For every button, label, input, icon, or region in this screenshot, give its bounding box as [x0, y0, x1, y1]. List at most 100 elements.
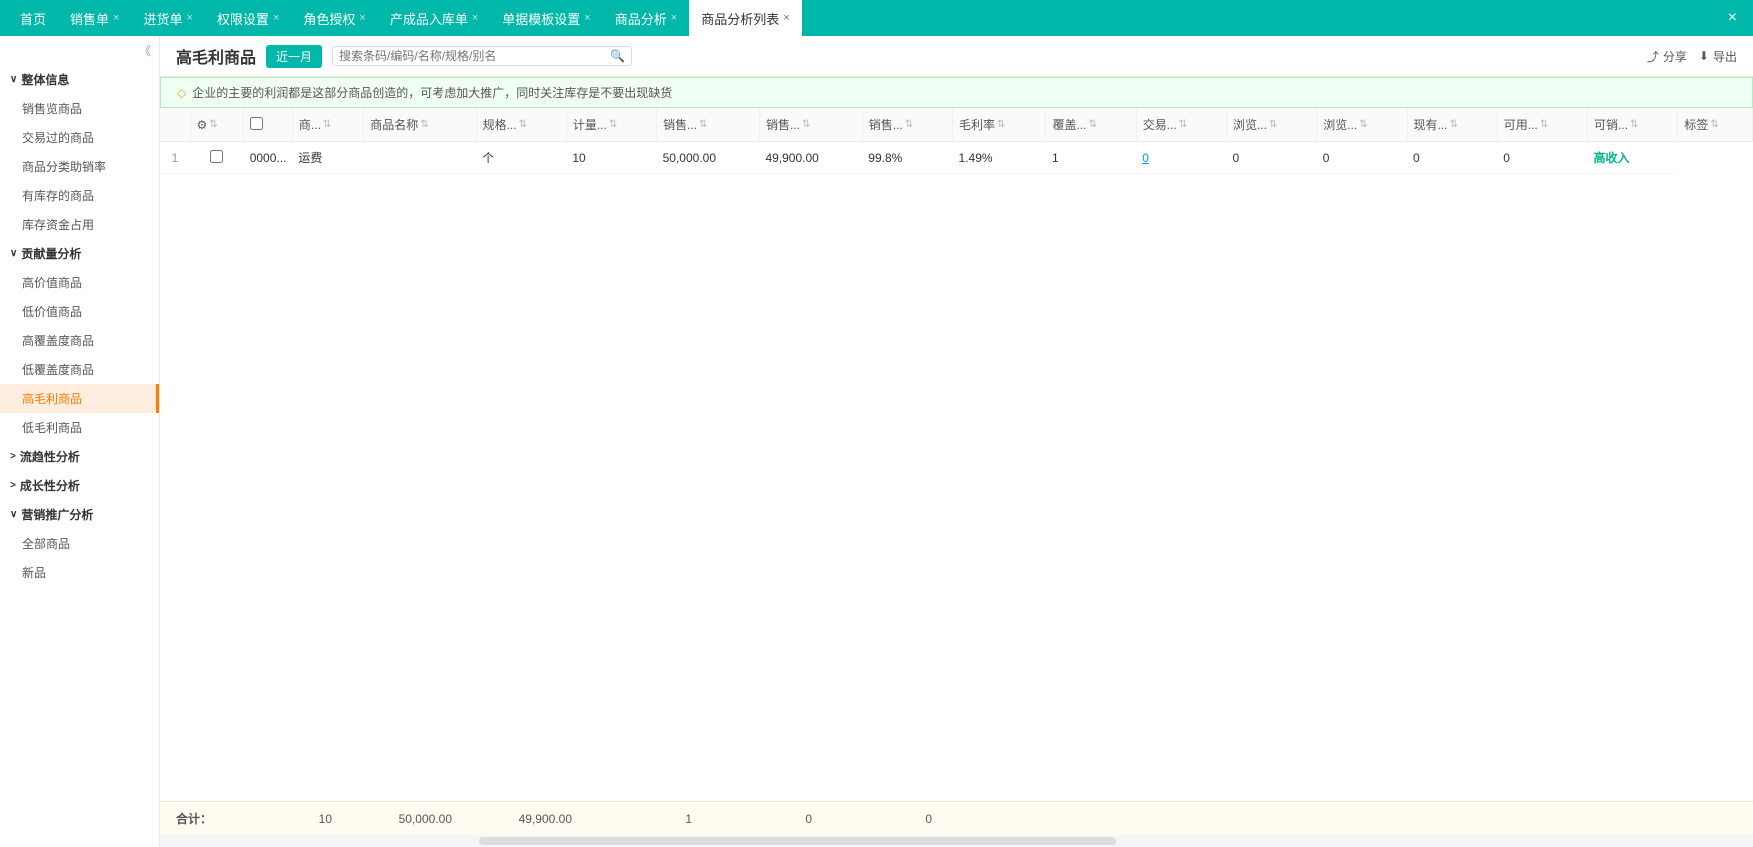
- link-viewCount1-0[interactable]: 0: [1142, 151, 1149, 165]
- nav-close-销售单[interactable]: ×: [113, 12, 119, 24]
- nav-item-权限设置[interactable]: 权限设置 ×: [205, 0, 291, 36]
- cell-viewCount1-0[interactable]: 0: [1136, 142, 1226, 174]
- table-wrapper[interactable]: ⚙⇅商...⇅商品名称⇅规格...⇅计量...⇅销售...⇅销售...⇅销售..…: [160, 108, 1753, 801]
- sort-icon-unit[interactable]: ⇅: [609, 119, 617, 130]
- col-spec[interactable]: 规格...⇅: [476, 108, 566, 142]
- nav-item-商品分析[interactable]: 商品分析 ×: [603, 0, 689, 36]
- sort-icon-coverage[interactable]: ⇅: [1088, 119, 1096, 130]
- search-icon[interactable]: 🔍: [610, 49, 625, 63]
- horizontal-scrollbar[interactable]: [160, 835, 1753, 847]
- sidebar-item-低覆盖度商品[interactable]: 低覆盖度商品: [0, 355, 159, 384]
- sort-icon-saleableStock[interactable]: ⇅: [1630, 119, 1638, 130]
- page-title: 高毛利商品: [176, 44, 256, 68]
- sidebar-item-库存资金占用[interactable]: 库存资金占用: [0, 210, 159, 239]
- sort-icon-currentStock[interactable]: ⇅: [1450, 119, 1458, 130]
- footer-sale-qty: 10: [252, 812, 332, 826]
- sort-icon-settings[interactable]: ⇅: [209, 119, 217, 130]
- col-currentStock[interactable]: 现有...⇅: [1407, 108, 1497, 142]
- nav-item-角色授权[interactable]: 角色授权 ×: [291, 0, 377, 36]
- filter-button[interactable]: 近一月: [266, 45, 322, 68]
- col-checkbox[interactable]: [244, 108, 293, 142]
- select-all-checkbox[interactable]: [250, 117, 263, 130]
- sidebar-item-有库存的商品[interactable]: 有库存的商品: [0, 181, 159, 210]
- col-grossMargin[interactable]: 毛利率⇅: [953, 108, 1046, 142]
- sort-icon-grossMargin[interactable]: ⇅: [997, 119, 1005, 130]
- sidebar-item-全部商品[interactable]: 全部商品: [0, 529, 159, 558]
- sidebar-item-新品[interactable]: 新品: [0, 558, 159, 587]
- sidebar-item-商品分类助销率[interactable]: 商品分类助销率: [0, 152, 159, 181]
- col-unit[interactable]: 计量...⇅: [566, 108, 656, 142]
- sidebar-item-高覆盖度商品[interactable]: 高覆盖度商品: [0, 326, 159, 355]
- nav-close-权限设置[interactable]: ×: [273, 12, 279, 24]
- sort-icon-tag[interactable]: ⇅: [1710, 119, 1718, 130]
- sidebar-item-低价值商品[interactable]: 低价值商品: [0, 297, 159, 326]
- sidebar-group-4[interactable]: ∨营销推广分析: [0, 500, 159, 529]
- nav-close-产成品入库单[interactable]: ×: [472, 12, 478, 24]
- sort-icon-tradeCount[interactable]: ⇅: [1179, 119, 1187, 130]
- sort-icon-viewCount2[interactable]: ⇅: [1359, 119, 1367, 130]
- nav-item-首页[interactable]: 首页: [8, 0, 58, 36]
- nav-close-进货单[interactable]: ×: [186, 12, 192, 24]
- share-button[interactable]: ⤴ 分享: [1647, 48, 1687, 65]
- cell-tradeCount-0: 1: [1046, 142, 1136, 174]
- nav-item-商品分析列表[interactable]: 商品分析列表 ×: [689, 0, 801, 36]
- nav-close-商品分析[interactable]: ×: [671, 12, 677, 24]
- cell-spec-0: [364, 142, 476, 174]
- sidebar-item-交易过的商品[interactable]: 交易过的商品: [0, 123, 159, 152]
- col-label-tradeCount: 交易...: [1143, 116, 1177, 133]
- nav-item-销售单[interactable]: 销售单 ×: [58, 0, 131, 36]
- search-input[interactable]: [339, 49, 610, 63]
- col-name[interactable]: 商品名称⇅: [364, 108, 476, 142]
- nav-close-角色授权[interactable]: ×: [359, 12, 365, 24]
- cell-name-0: 运费: [292, 142, 363, 174]
- search-box: 🔍: [332, 46, 632, 66]
- col-saleProfit[interactable]: 销售...⇅: [862, 108, 952, 142]
- nav-item-产成品入库单[interactable]: 产成品入库单 ×: [378, 0, 490, 36]
- footer-sale-profit: 49,900.00: [492, 812, 572, 826]
- sidebar-group-2[interactable]: >流趋性分析: [0, 442, 159, 471]
- sort-icon-saleAmt[interactable]: ⇅: [802, 119, 810, 130]
- col-viewCount1[interactable]: 浏览...⇅: [1226, 108, 1316, 142]
- sidebar-item-销售览商品[interactable]: 销售览商品: [0, 94, 159, 123]
- col-code[interactable]: 商...⇅: [292, 108, 363, 142]
- sort-icon-availableStock[interactable]: ⇅: [1540, 119, 1548, 130]
- nav-close-单据模板设置[interactable]: ×: [584, 12, 590, 24]
- col-saleableStock[interactable]: 可销...⇅: [1588, 108, 1678, 142]
- sort-icon-name[interactable]: ⇅: [420, 119, 428, 130]
- cell-checkbox-0[interactable]: [190, 142, 244, 174]
- sidebar-item-高毛利商品[interactable]: 高毛利商品: [0, 384, 159, 413]
- col-tag[interactable]: 标签⇅: [1678, 108, 1753, 142]
- tag-badge-0: 高收入: [1594, 151, 1630, 165]
- sort-icon-viewCount1[interactable]: ⇅: [1269, 119, 1277, 130]
- sidebar-item-低毛利商品[interactable]: 低毛利商品: [0, 413, 159, 442]
- col-settings[interactable]: ⚙⇅: [190, 108, 244, 142]
- nav-item-单据模板设置[interactable]: 单据模板设置 ×: [490, 0, 602, 36]
- cell-tag-0[interactable]: 高收入: [1588, 142, 1678, 174]
- nav-item-进货单[interactable]: 进货单 ×: [131, 0, 204, 36]
- col-tradeCount[interactable]: 交易...⇅: [1136, 108, 1226, 142]
- col-saleAmt[interactable]: 销售...⇅: [759, 108, 862, 142]
- sidebar-collapse-button[interactable]: 《: [0, 36, 159, 65]
- sidebar: 《 ∨整体信息销售览商品交易过的商品商品分类助销率有库存的商品库存资金占用∨贡献…: [0, 36, 160, 847]
- col-label-viewCount1: 浏览...: [1233, 116, 1267, 133]
- sort-icon-spec[interactable]: ⇅: [519, 119, 527, 130]
- cell-grossMargin-0: 99.8%: [862, 142, 952, 174]
- sidebar-group-1[interactable]: ∨贡献量分析: [0, 239, 159, 268]
- col-coverage[interactable]: 覆盖...⇅: [1046, 108, 1136, 142]
- sort-icon-saleProfit[interactable]: ⇅: [905, 119, 913, 130]
- col-saleQty[interactable]: 销售...⇅: [657, 108, 760, 142]
- col-viewCount2[interactable]: 浏览...⇅: [1317, 108, 1407, 142]
- sort-icon-code[interactable]: ⇅: [323, 119, 331, 130]
- sort-icon-saleQty[interactable]: ⇅: [699, 119, 707, 130]
- sidebar-group-0[interactable]: ∨整体信息: [0, 65, 159, 94]
- top-nav: 首页销售单 ×进货单 ×权限设置 ×角色授权 ×产成品入库单 ×单据模板设置 ×…: [0, 0, 1753, 36]
- col-availableStock[interactable]: 可用...⇅: [1497, 108, 1587, 142]
- close-all-tabs[interactable]: ×: [1720, 9, 1745, 27]
- row-checkbox-0[interactable]: [210, 150, 223, 163]
- nav-close-商品分析列表[interactable]: ×: [783, 12, 789, 24]
- export-button[interactable]: ⬇ 导出: [1699, 48, 1737, 65]
- group-arrow-0: ∨: [10, 74, 17, 85]
- sidebar-item-高价值商品[interactable]: 高价值商品: [0, 268, 159, 297]
- sidebar-group-3[interactable]: >成长性分析: [0, 471, 159, 500]
- scrollbar-thumb[interactable]: [479, 837, 1116, 845]
